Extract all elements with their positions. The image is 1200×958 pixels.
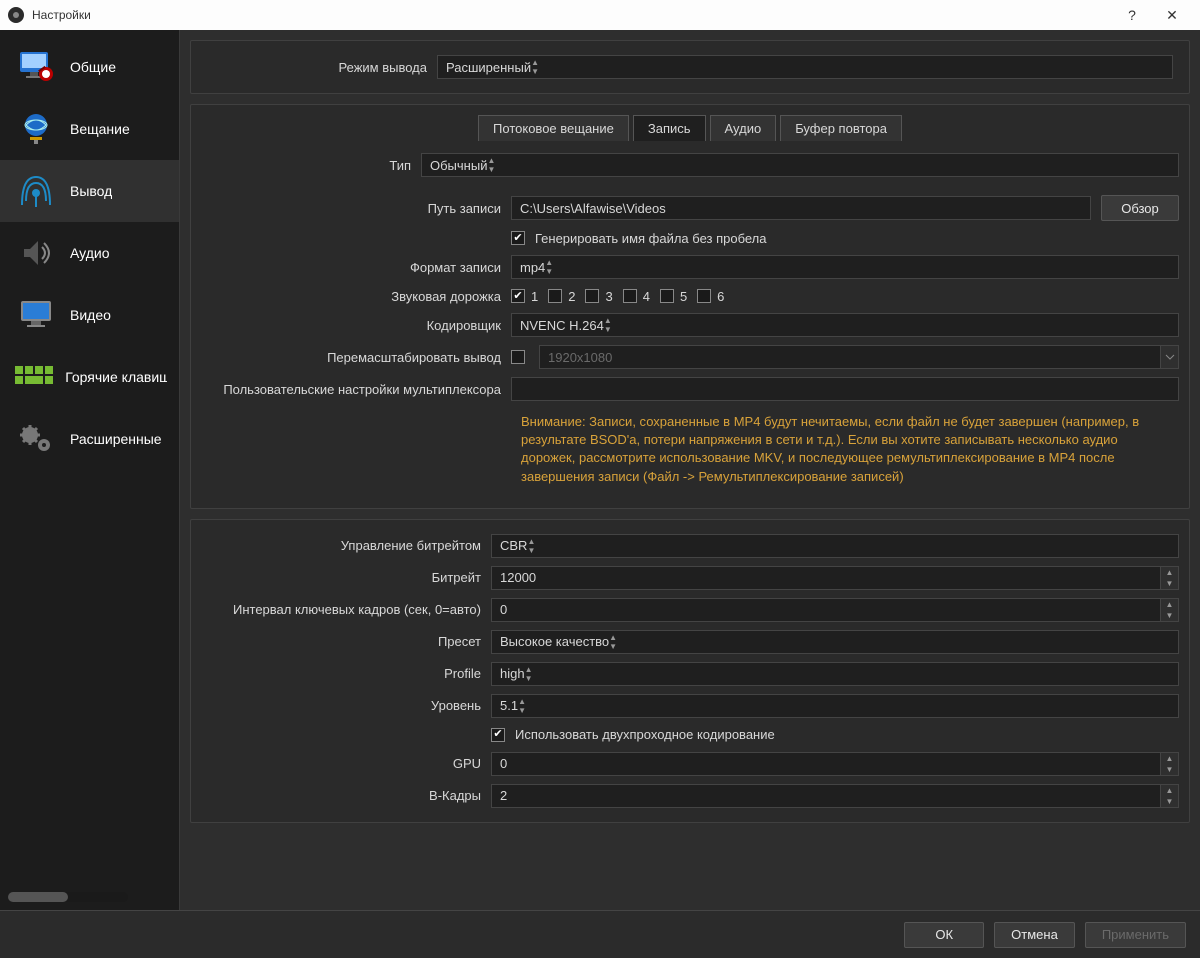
gpu-label: GPU (201, 756, 491, 771)
bframes-spinner[interactable]: 2▲▼ (491, 784, 1179, 808)
encoder-settings-panel: Управление битрейтом CBR▲▼ Битрейт 12000… (190, 519, 1190, 823)
speaker-icon (12, 232, 60, 274)
track-5-checkbox[interactable] (660, 289, 674, 303)
bitrate-label: Битрейт (201, 570, 491, 585)
sidebar-item-label: Видео (70, 307, 111, 323)
gpu-spinner[interactable]: 0▲▼ (491, 752, 1179, 776)
preset-select[interactable]: Высокое качество▲▼ (491, 630, 1179, 654)
mp4-warning: Внимание: Записи, сохраненные в MP4 буду… (511, 409, 1179, 496)
encoder-label: Кодировщик (201, 318, 511, 333)
rate-control-select[interactable]: CBR▲▼ (491, 534, 1179, 558)
output-mode-panel: Режим вывода Расширенный ▲▼ (190, 40, 1190, 94)
mux-settings-input[interactable] (511, 377, 1179, 401)
profile-select[interactable]: high▲▼ (491, 662, 1179, 686)
sidebar-item-audio[interactable]: Аудио (0, 222, 179, 284)
sidebar-scrollbar[interactable] (8, 892, 128, 902)
gears-icon (12, 418, 60, 460)
browse-button[interactable]: Обзор (1101, 195, 1179, 221)
rescale-checkbox[interactable] (511, 350, 525, 364)
keyint-label: Интервал ключевых кадров (сек, 0=авто) (201, 602, 491, 617)
sidebar-item-label: Вещание (70, 121, 130, 137)
level-label: Уровень (201, 698, 491, 713)
sidebar-item-video[interactable]: Видео (0, 284, 179, 346)
tab-recording[interactable]: Запись (633, 115, 706, 141)
tab-streaming[interactable]: Потоковое вещание (478, 115, 629, 141)
sidebar-item-label: Горячие клавиши (65, 369, 167, 385)
encoder-value: NVENC H.264 (520, 318, 604, 333)
output-tabs: Потоковое вещание Запись Аудио Буфер пов… (191, 105, 1189, 141)
help-button[interactable]: ? (1112, 7, 1152, 23)
gen-filename-checkbox[interactable] (511, 231, 525, 245)
close-button[interactable]: ✕ (1152, 7, 1192, 24)
dialog-footer: ОК Отмена Применить (0, 910, 1200, 958)
track-1-checkbox[interactable] (511, 289, 525, 303)
profile-label: Profile (201, 666, 491, 681)
sidebar-item-label: Вывод (70, 183, 112, 199)
ok-button[interactable]: ОК (904, 922, 984, 948)
track-6-checkbox[interactable] (697, 289, 711, 303)
encoder-select[interactable]: NVENC H.264 ▲▼ (511, 313, 1179, 337)
track-4-checkbox[interactable] (623, 289, 637, 303)
antenna-icon (12, 170, 60, 212)
settings-sidebar: Общие Вещание Вывод Аудио Видео (0, 30, 180, 910)
monitor-gear-icon (12, 46, 60, 88)
window-title: Настройки (32, 8, 1112, 22)
bitrate-spinner[interactable]: 12000▲▼ (491, 566, 1179, 590)
output-details-panel: Потоковое вещание Запись Аудио Буфер пов… (190, 104, 1190, 509)
output-mode-select[interactable]: Расширенный ▲▼ (437, 55, 1173, 79)
sidebar-item-advanced[interactable]: Расширенные (0, 408, 179, 470)
bframes-label: B-Кадры (201, 788, 491, 803)
level-select[interactable]: 5.1▲▼ (491, 694, 1179, 718)
keyint-spinner[interactable]: 0▲▼ (491, 598, 1179, 622)
sidebar-item-label: Расширенные (70, 431, 162, 447)
cancel-button[interactable]: Отмена (994, 922, 1075, 948)
tab-audio[interactable]: Аудио (710, 115, 777, 141)
sidebar-item-label: Аудио (70, 245, 110, 261)
rate-control-label: Управление битрейтом (201, 538, 491, 553)
tab-replay-buffer[interactable]: Буфер повтора (780, 115, 902, 141)
apply-button[interactable]: Применить (1085, 922, 1186, 948)
twopass-label: Использовать двухпроходное кодирование (515, 727, 775, 742)
keyboard-icon (12, 356, 55, 398)
tracks-label: Звуковая дорожка (201, 289, 511, 304)
mux-label: Пользовательские настройки мультиплексор… (201, 382, 511, 397)
rescale-label: Перемасштабировать вывод (201, 350, 511, 365)
recording-type-select[interactable]: Обычный ▲▼ (421, 153, 1179, 177)
app-icon (8, 7, 24, 23)
titlebar: Настройки ? ✕ (0, 0, 1200, 30)
main-content: Режим вывода Расширенный ▲▼ Потоковое ве… (180, 30, 1200, 910)
sidebar-item-stream[interactable]: Вещание (0, 98, 179, 160)
gen-filename-label: Генерировать имя файла без пробела (535, 231, 767, 246)
rescale-select: 1920x1080 (539, 345, 1179, 369)
globe-stream-icon (12, 108, 60, 150)
monitor-icon (12, 294, 60, 336)
sidebar-item-hotkeys[interactable]: Горячие клавиши (0, 346, 179, 408)
sidebar-item-output[interactable]: Вывод (0, 160, 179, 222)
format-label: Формат записи (201, 260, 511, 275)
recording-type-value: Обычный (430, 158, 487, 173)
output-mode-value: Расширенный (446, 60, 531, 75)
path-label: Путь записи (201, 201, 511, 216)
track-2-checkbox[interactable] (548, 289, 562, 303)
output-mode-label: Режим вывода (207, 60, 437, 75)
recording-format-select[interactable]: mp4 ▲▼ (511, 255, 1179, 279)
recording-path-input[interactable]: C:\Users\Alfawise\Videos (511, 196, 1091, 220)
twopass-checkbox[interactable] (491, 728, 505, 742)
rescale-value: 1920x1080 (548, 350, 612, 365)
preset-label: Пресет (201, 634, 491, 649)
track-3-checkbox[interactable] (585, 289, 599, 303)
sidebar-item-general[interactable]: Общие (0, 36, 179, 98)
sidebar-item-label: Общие (70, 59, 116, 75)
type-label: Тип (201, 158, 421, 173)
recording-format-value: mp4 (520, 260, 545, 275)
recording-path-value: C:\Users\Alfawise\Videos (520, 201, 666, 216)
